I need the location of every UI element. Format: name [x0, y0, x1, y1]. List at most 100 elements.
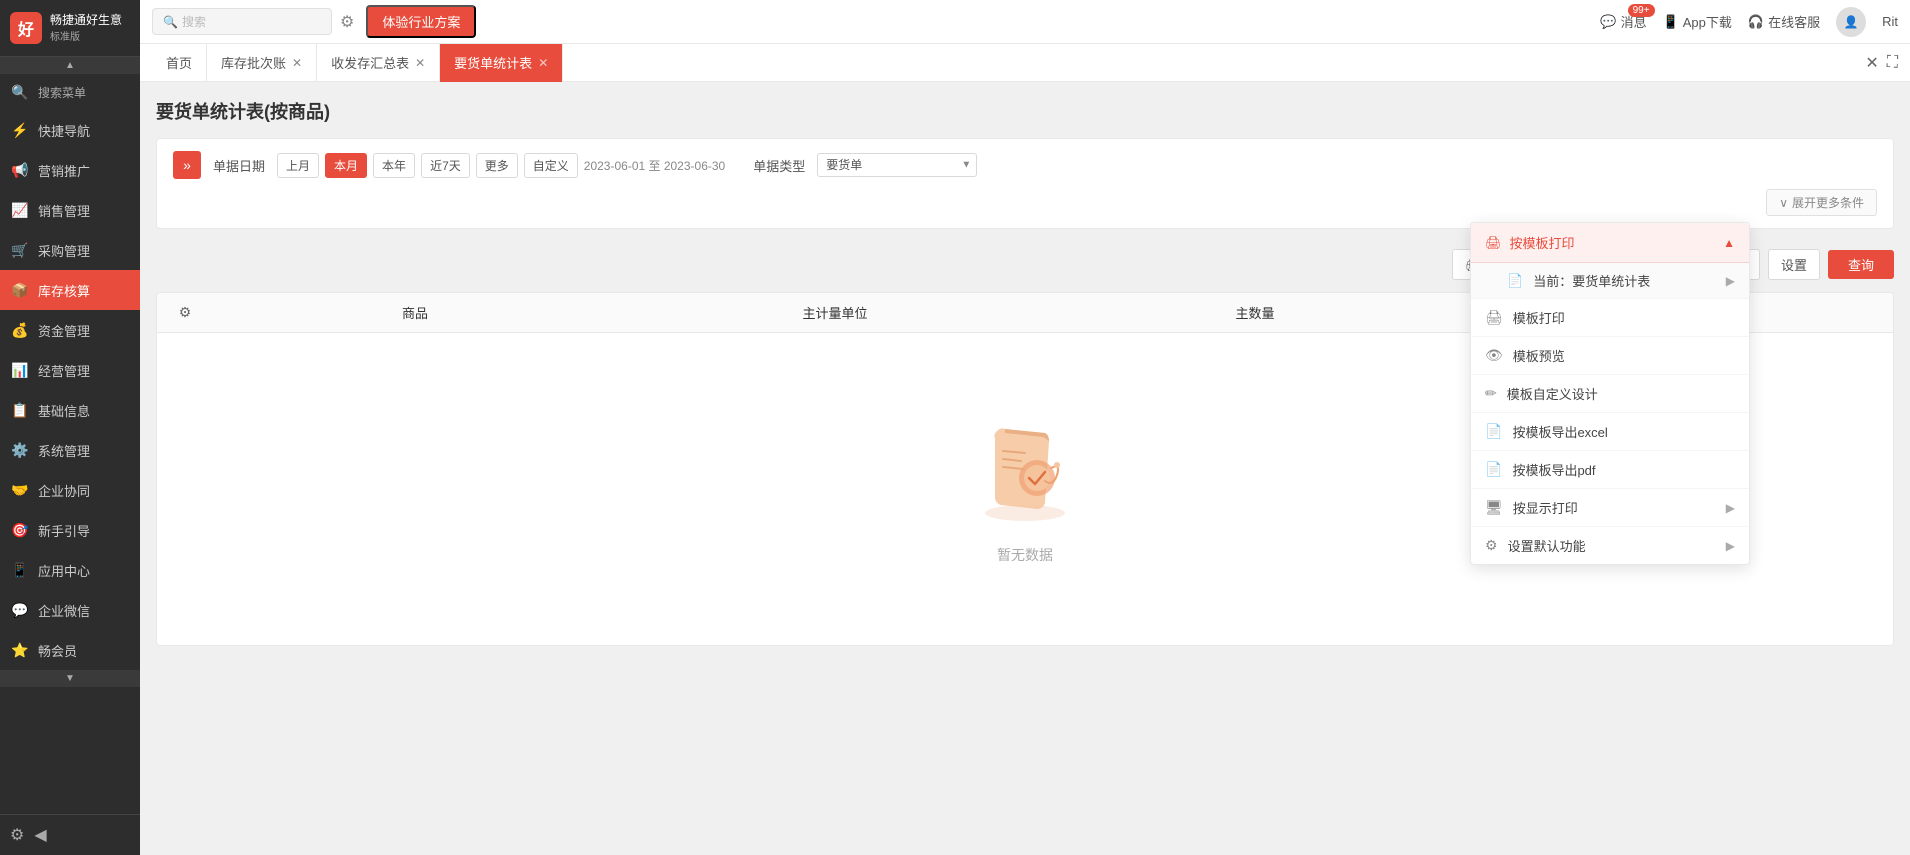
date-filter-group: 上月 本月 本年 近7天 更多 自定义 2023-06-01 至 2023-06…: [277, 153, 725, 178]
logo-icon: 好: [10, 12, 42, 44]
wechat-icon: 💬: [10, 600, 30, 620]
date-prev-month[interactable]: 上月: [277, 153, 319, 178]
sidebar-scroll-down[interactable]: ▼: [0, 670, 140, 687]
template-pdf-icon: 📄: [1485, 461, 1502, 478]
expand-icon: ∨: [1779, 196, 1788, 210]
page-content: 要货单统计表(按商品) » 单据日期 上月 本月 本年 近7天 更多 自定义 2…: [140, 82, 1910, 855]
empty-text: 暂无数据: [997, 545, 1053, 565]
print-dropdown-menu: 🖨 按模板打印 ▲ 📄 模板打印 当前：要货单统计表 ▶ 🖨 模板打印 👁 模板…: [1470, 222, 1750, 565]
topbar-search-box[interactable]: 🔍 搜索: [152, 8, 332, 35]
sidebar-item-basic[interactable]: 📋 基础信息: [0, 390, 140, 430]
sidebar-footer: ⚙ ◀: [0, 814, 140, 855]
date-last7[interactable]: 近7天: [421, 153, 470, 178]
messages-button[interactable]: 💬 消息 99+: [1600, 12, 1646, 31]
sidebar-item-member[interactable]: ⭐ 畅会员: [0, 630, 140, 670]
service-icon: 🎧: [1748, 14, 1764, 30]
date-custom[interactable]: 自定义: [524, 153, 578, 178]
collab-icon: 🤝: [10, 480, 30, 500]
sidebar-scroll-up[interactable]: ▲: [0, 57, 140, 74]
table-header-quantity: 主数量: [1045, 303, 1465, 322]
sidebar-item-sales[interactable]: 📈 销售管理: [0, 190, 140, 230]
order-type-select[interactable]: 要货单: [817, 153, 977, 177]
order-type-label: 单据类型: [753, 156, 805, 175]
sidebar-item-wechat[interactable]: 💬 企业微信: [0, 590, 140, 630]
app-download-button[interactable]: 📱 App下载: [1663, 12, 1732, 31]
message-icon: 💬: [1600, 14, 1616, 30]
query-button[interactable]: 查询: [1828, 250, 1894, 279]
tabs-controls: ✕ ⛶: [1865, 53, 1910, 73]
date-filter-label: 单据日期: [213, 156, 265, 175]
footer-audio-icon[interactable]: ◀: [34, 825, 46, 845]
collapse-icon: »: [183, 157, 191, 173]
dropdown-header: 🖨 按模板打印 ▲: [1471, 223, 1749, 263]
dropdown-default-func[interactable]: ⚙ 设置默认功能 ▶: [1471, 527, 1749, 564]
display-print-expand-icon: ▶: [1726, 501, 1735, 515]
table-header-settings[interactable]: ⚙: [165, 304, 205, 321]
guide-icon: 🎯: [10, 520, 30, 540]
app-center-icon: 📱: [10, 560, 30, 580]
close-all-tabs-icon[interactable]: ✕: [1865, 53, 1878, 73]
current-expand-icon: ▶: [1726, 274, 1735, 288]
sales-icon: 📈: [10, 200, 30, 220]
tab-close-order-stats[interactable]: ✕: [538, 56, 548, 70]
username: Rit: [1882, 14, 1898, 29]
sidebar-logo: 好 畅捷通好生意 标准版: [0, 0, 140, 57]
tab-bar: 首页 库存批次账 ✕ 收发存汇总表 ✕ 要货单统计表 ✕ ✕ ⛶: [140, 44, 1910, 82]
tab-close-receivables[interactable]: ✕: [415, 56, 425, 70]
date-cur-year[interactable]: 本年: [373, 153, 415, 178]
dropdown-close-icon[interactable]: ▲: [1723, 236, 1735, 250]
tab-receivables[interactable]: 收发存汇总表 ✕: [317, 44, 440, 82]
filter-bar: » 单据日期 上月 本月 本年 近7天 更多 自定义 2023-06-01 至 …: [156, 138, 1894, 229]
default-func-icon: ⚙: [1485, 537, 1498, 554]
date-more[interactable]: 更多: [476, 153, 518, 178]
dropdown-template-print[interactable]: 🖨 模板打印: [1471, 299, 1749, 337]
tab-inventory-batch[interactable]: 库存批次账 ✕: [207, 44, 317, 82]
date-cur-month[interactable]: 本月: [325, 153, 367, 178]
filter-collapse-button[interactable]: »: [173, 151, 201, 179]
main-area: 🔍 搜索 ⚙ 体验行业方案 💬 消息 99+ 📱 App下载 🎧 在线客服 👤: [140, 0, 1910, 855]
footer-settings-icon[interactable]: ⚙: [10, 825, 24, 845]
template-preview-icon: 👁: [1485, 347, 1503, 364]
expand-tabs-icon[interactable]: ⛶: [1887, 54, 1898, 72]
inventory-icon: 📦: [10, 280, 30, 300]
dropdown-template-excel[interactable]: 📄 按模板导出excel: [1471, 413, 1749, 451]
sidebar-item-marketing[interactable]: 📢 营销推广: [0, 150, 140, 190]
sidebar-item-search-menu[interactable]: 🔍 搜索菜单: [0, 74, 140, 110]
dropdown-display-print[interactable]: 🖥 按显示打印 ▶: [1471, 489, 1749, 527]
table-settings-icon[interactable]: ⚙: [179, 304, 192, 320]
dropdown-template-pdf[interactable]: 📄 按模板导出pdf: [1471, 451, 1749, 489]
dropdown-template-design[interactable]: ✏ 模板自定义设计: [1471, 375, 1749, 413]
sidebar-item-finance[interactable]: 💰 资金管理: [0, 310, 140, 350]
dropdown-template-preview[interactable]: 👁 模板预览: [1471, 337, 1749, 375]
topbar-right: 💬 消息 99+ 📱 App下载 🎧 在线客服 👤 Rit: [1600, 7, 1898, 37]
user-avatar[interactable]: 👤: [1836, 7, 1866, 37]
sidebar-item-purchase[interactable]: 🛒 采购管理: [0, 230, 140, 270]
trial-button[interactable]: 体验行业方案: [366, 5, 476, 38]
sidebar-item-guide[interactable]: 🎯 新手引导: [0, 510, 140, 550]
empty-illustration: [965, 413, 1085, 533]
sidebar-item-inventory[interactable]: 📦 库存核算: [0, 270, 140, 310]
sidebar-item-collab[interactable]: 🤝 企业协同: [0, 470, 140, 510]
sidebar-item-quick-nav[interactable]: ⚡ 快捷导航: [0, 110, 140, 150]
avatar: 👤: [1836, 7, 1866, 37]
filter-row-1: » 单据日期 上月 本月 本年 近7天 更多 自定义 2023-06-01 至 …: [173, 151, 1877, 179]
operations-icon: 📊: [10, 360, 30, 380]
app-name: 畅捷通好生意: [50, 13, 122, 29]
sidebar-item-operations[interactable]: 📊 经营管理: [0, 350, 140, 390]
sidebar-item-system[interactable]: ⚙️ 系统管理: [0, 430, 140, 470]
expand-conditions-button[interactable]: ∨ 展开更多条件: [1766, 189, 1877, 216]
tab-close-inventory-batch[interactable]: ✕: [292, 56, 302, 70]
dropdown-current-template[interactable]: 📄 模板打印 当前：要货单统计表 ▶: [1471, 263, 1749, 299]
dropdown-title: 按模板打印: [1510, 233, 1575, 252]
app-download-icon: 📱: [1663, 14, 1679, 30]
search-icon: 🔍: [10, 82, 30, 102]
tab-order-stats[interactable]: 要货单统计表 ✕: [440, 44, 563, 82]
sidebar: 好 畅捷通好生意 标准版 ▲ 🔍 搜索菜单 ⚡ 快捷导航 📢 营销推广 📈 销售…: [0, 0, 140, 855]
purchase-icon: 🛒: [10, 240, 30, 260]
table-header-goods: 商品: [205, 303, 625, 322]
topbar-gear-icon[interactable]: ⚙: [340, 12, 354, 32]
online-service-button[interactable]: 🎧 在线客服: [1748, 12, 1820, 31]
settings-button[interactable]: 设置: [1768, 249, 1820, 280]
sidebar-item-app-center[interactable]: 📱 应用中心: [0, 550, 140, 590]
tab-home[interactable]: 首页: [152, 44, 207, 82]
